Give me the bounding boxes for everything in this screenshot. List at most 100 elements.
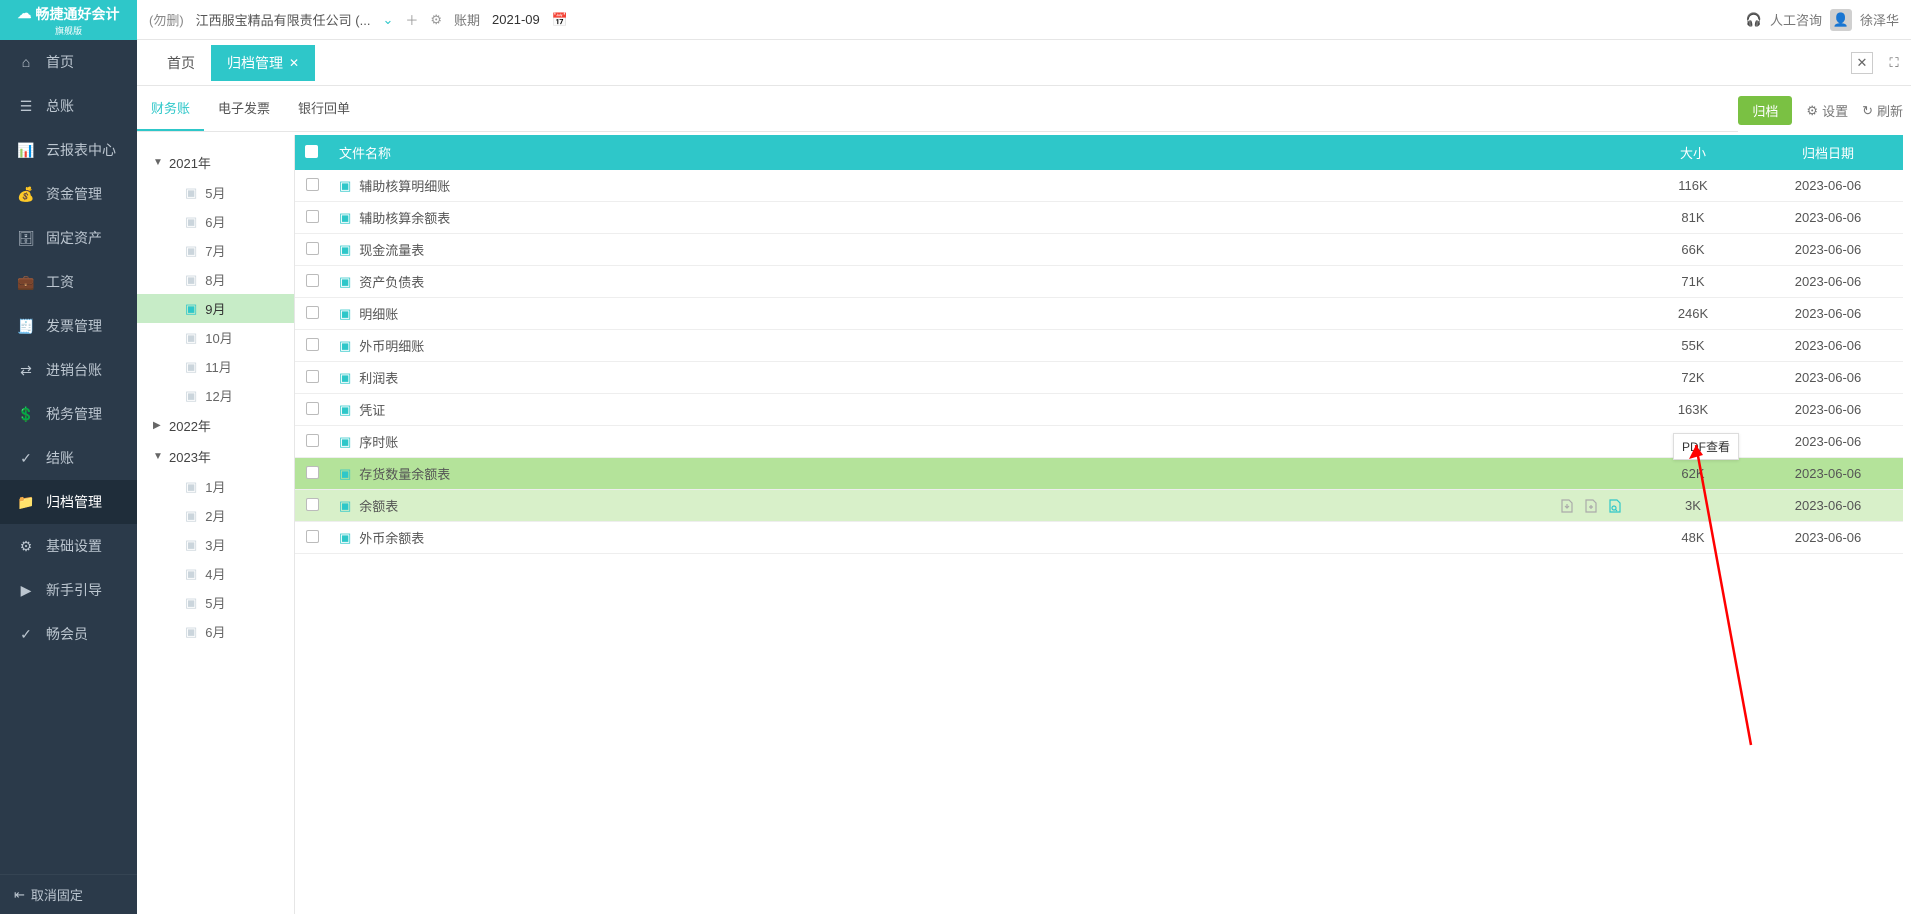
avatar[interactable]: 👤 xyxy=(1830,9,1852,31)
settings-icon: ⚙ xyxy=(18,538,34,554)
file-size: 66K xyxy=(1633,234,1753,266)
tree-month-9月[interactable]: ▣9月 xyxy=(137,294,294,323)
company-selector[interactable]: 江西服宝精品有限责任公司 (... xyxy=(196,10,371,29)
tree-month-7月[interactable]: ▣7月 xyxy=(137,236,294,265)
row-checkbox[interactable] xyxy=(306,370,319,383)
table-row[interactable]: ▣资产负债表 71K 2023-06-06 xyxy=(295,266,1903,298)
file-name: 外币明细账 xyxy=(359,336,424,355)
folder-icon: ▣ xyxy=(185,359,197,375)
sidebar-item-ledger[interactable]: ☰总账 xyxy=(0,84,137,128)
row-checkbox[interactable] xyxy=(306,338,319,351)
tree-month-8月[interactable]: ▣8月 xyxy=(137,265,294,294)
table-row[interactable]: ▣辅助核算余额表 81K 2023-06-06 xyxy=(295,202,1903,234)
col-filename: 文件名称 xyxy=(329,135,1633,170)
table-row[interactable]: ▣存货数量余额表 62K 2023-06-06 xyxy=(295,458,1903,490)
tree-year-2021年[interactable]: ▼2021年 xyxy=(137,147,294,178)
tree-month-1月[interactable]: ▣1月 xyxy=(137,472,294,501)
pdf-view-icon[interactable] xyxy=(1607,498,1623,514)
tree-month-4月[interactable]: ▣4月 xyxy=(137,559,294,588)
tree-year-2023年[interactable]: ▼2023年 xyxy=(137,441,294,472)
file-date: 2023-06-06 xyxy=(1753,426,1903,458)
tree-month-5月[interactable]: ▣5月 xyxy=(137,178,294,207)
topbar: (勿删) 江西服宝精品有限责任公司 (... ⌄ ＋ ⚙ 账期 2021-09 … xyxy=(137,0,1911,40)
refresh-button[interactable]: ↻刷新 xyxy=(1862,101,1903,120)
table-row[interactable]: ▣序时账 113K 2023-06-06 xyxy=(295,426,1903,458)
row-checkbox[interactable] xyxy=(306,306,319,319)
username[interactable]: 徐泽华 xyxy=(1860,10,1899,29)
tab-归档管理[interactable]: 归档管理✕ xyxy=(211,45,315,81)
table-row[interactable]: ▣明细账 246K 2023-06-06 xyxy=(295,298,1903,330)
table-row[interactable]: ▣利润表 72K 2023-06-06 xyxy=(295,362,1903,394)
chevron-down-icon[interactable]: ⌄ xyxy=(382,12,393,28)
file-name: 辅助核算余额表 xyxy=(359,208,450,227)
table-row[interactable]: ▣外币余额表 48K 2023-06-06 xyxy=(295,522,1903,554)
folder-icon: ▣ xyxy=(339,498,351,514)
folder-icon: ▣ xyxy=(185,508,197,524)
file-size: 55K xyxy=(1633,330,1753,362)
guide-icon: ▶ xyxy=(18,582,34,598)
sidebar-item-inout[interactable]: ⇄进销台账 xyxy=(0,348,137,392)
sidebar-item-close[interactable]: ✓结账 xyxy=(0,436,137,480)
sidebar-item-guide[interactable]: ▶新手引导 xyxy=(0,568,137,612)
sidebar-unpin[interactable]: ⇤ 取消固定 xyxy=(0,874,137,914)
row-checkbox[interactable] xyxy=(306,274,319,287)
select-all-checkbox[interactable] xyxy=(305,145,318,158)
archive-button[interactable]: 归档 xyxy=(1738,96,1792,125)
inout-icon: ⇄ xyxy=(18,362,34,378)
sidebar-item-tax[interactable]: 💲税务管理 xyxy=(0,392,137,436)
row-checkbox[interactable] xyxy=(306,466,319,479)
row-checkbox[interactable] xyxy=(306,498,319,511)
export-icon[interactable] xyxy=(1583,498,1599,514)
row-checkbox[interactable] xyxy=(306,210,319,223)
row-checkbox[interactable] xyxy=(306,530,319,543)
tree-month-10月[interactable]: ▣10月 xyxy=(137,323,294,352)
tree-month-3月[interactable]: ▣3月 xyxy=(137,530,294,559)
table-row[interactable]: ▣辅助核算明细账 116K 2023-06-06 xyxy=(295,170,1903,202)
gear-icon[interactable]: ⚙ xyxy=(430,12,442,28)
close-tab-button[interactable]: ✕ xyxy=(1851,52,1873,74)
tab-首页[interactable]: 首页 xyxy=(151,45,211,81)
calendar-icon[interactable]: 📅 xyxy=(552,12,568,28)
sidebar-item-salary[interactable]: 💼工资 xyxy=(0,260,137,304)
file-name: 利润表 xyxy=(359,368,398,387)
sidebar-item-home[interactable]: ⌂首页 xyxy=(0,40,137,84)
sidebar-item-settings[interactable]: ⚙基础设置 xyxy=(0,524,137,568)
table-row[interactable]: ▣现金流量表 66K 2023-06-06 xyxy=(295,234,1903,266)
row-checkbox[interactable] xyxy=(306,178,319,191)
sidebar-item-invoice[interactable]: 🧾发票管理 xyxy=(0,304,137,348)
tree-year-2022年[interactable]: ▶2022年 xyxy=(137,410,294,441)
tax-icon: 💲 xyxy=(18,406,34,422)
row-checkbox[interactable] xyxy=(306,402,319,415)
sidebar-item-chart[interactable]: 📊云报表中心 xyxy=(0,128,137,172)
download-icon[interactable] xyxy=(1559,498,1575,514)
toolbar: 归档 ⚙设置 ↻刷新 xyxy=(1738,86,1911,135)
fullscreen-button[interactable]: ⛶ xyxy=(1883,52,1905,74)
tree-month-6月[interactable]: ▣6月 xyxy=(137,617,294,646)
settings-button[interactable]: ⚙设置 xyxy=(1806,101,1848,120)
table-row[interactable]: ▣凭证 163K 2023-06-06 xyxy=(295,394,1903,426)
tree-month-2月[interactable]: ▣2月 xyxy=(137,501,294,530)
consult-link[interactable]: 人工咨询 xyxy=(1770,10,1822,29)
subtab-2[interactable]: 银行回单 xyxy=(284,86,364,131)
tree-month-12月[interactable]: ▣12月 xyxy=(137,381,294,410)
tree-month-5月[interactable]: ▣5月 xyxy=(137,588,294,617)
sidebar-item-archive[interactable]: 📁归档管理 xyxy=(0,480,137,524)
table-row[interactable]: ▣外币明细账 55K 2023-06-06 xyxy=(295,330,1903,362)
table-row[interactable]: ▣余额表 3K 2023-06-06 xyxy=(295,490,1903,522)
row-checkbox[interactable] xyxy=(306,434,319,447)
plus-icon[interactable]: ＋ xyxy=(405,10,418,29)
sidebar-item-money[interactable]: 💰资金管理 xyxy=(0,172,137,216)
file-size: 62K xyxy=(1633,458,1753,490)
sidebar-item-member[interactable]: ✓畅会员 xyxy=(0,612,137,656)
pin-icon: ⇤ xyxy=(14,887,25,903)
tree-month-11月[interactable]: ▣11月 xyxy=(137,352,294,381)
close-icon[interactable]: ✕ xyxy=(289,56,299,70)
folder-icon: ▣ xyxy=(185,243,197,259)
subtab-1[interactable]: 电子发票 xyxy=(204,86,284,131)
subtab-0[interactable]: 财务账 xyxy=(137,86,204,131)
row-checkbox[interactable] xyxy=(306,242,319,255)
tree-month-6月[interactable]: ▣6月 xyxy=(137,207,294,236)
period-value[interactable]: 2021-09 xyxy=(492,12,540,27)
sidebar-item-asset[interactable]: 🗄固定资产 xyxy=(0,216,137,260)
headset-icon[interactable]: 🎧 xyxy=(1746,12,1762,28)
